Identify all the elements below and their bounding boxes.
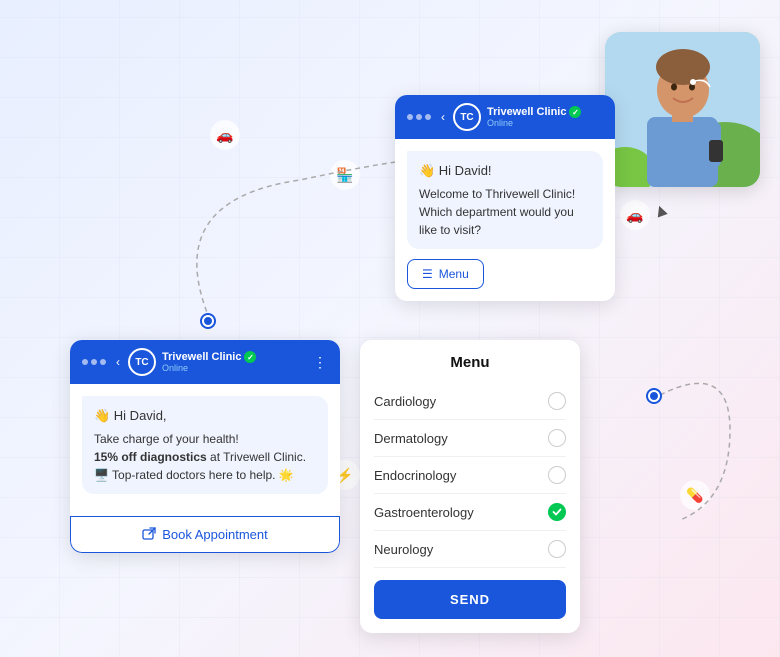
left-dot-2 [91,359,97,365]
menu-item-neurology[interactable]: Neurology [374,531,566,568]
menu-item-gastroenterology[interactable]: Gastroenterology [374,494,566,531]
more-options-icon[interactable]: ⋮ [313,354,328,371]
checkmark-icon [552,507,562,517]
left-promo-bold: 15% off diagnostics [94,450,207,464]
left-chat-card: ‹ TC Trivewell Clinic ✓ Online ⋮ 👋 Hi Da… [70,340,340,553]
radio-endocrinology[interactable] [548,466,566,484]
left-verified-icon: ✓ [244,351,256,363]
verified-icon: ✓ [569,106,581,118]
left-message-bubble: 👋 Hi David, Take charge of your health! … [82,396,328,494]
menu-item-label-gastroenterology: Gastroenterology [374,505,474,520]
menu-item-endocrinology[interactable]: Endocrinology [374,457,566,494]
right-message-text: Welcome to Thrivewell Clinic! Which depa… [419,185,591,239]
path-dot-left [202,315,214,327]
radio-cardiology[interactable] [548,392,566,410]
menu-item-dermatology[interactable]: Dermatology [374,420,566,457]
right-status: Online [487,118,603,128]
left-title-area: Trivewell Clinic ✓ Online [162,351,307,373]
right-title-area: Trivewell Clinic ✓ Online [487,106,603,128]
right-chat-card: ‹ TC Trivewell Clinic ✓ Online 👋 Hi Davi… [395,95,615,301]
left-chat-body: 👋 Hi David, Take charge of your health! … [70,384,340,516]
menu-item-label-cardiology: Cardiology [374,394,436,409]
radio-dermatology[interactable] [548,429,566,447]
left-message-text: Take charge of your health! 15% off diag… [94,430,316,484]
book-appointment-button[interactable]: Book Appointment [70,516,340,553]
left-greeting: 👋 Hi David, [94,406,316,426]
right-chat-body: 👋 Hi David! Welcome to Thrivewell Clinic… [395,139,615,301]
menu-title: Menu [374,354,566,371]
left-status: Online [162,363,307,373]
back-arrow-icon[interactable]: ‹ [441,110,445,124]
left-dot-3 [100,359,106,365]
left-back-arrow-icon[interactable]: ‹ [116,355,120,369]
external-link-icon [142,527,156,541]
menu-item-label-dermatology: Dermatology [374,431,448,446]
menu-item-cardiology[interactable]: Cardiology [374,383,566,420]
right-message-bubble: 👋 Hi David! Welcome to Thrivewell Clinic… [407,151,603,249]
dot-3 [425,114,431,120]
dot-1 [407,114,413,120]
right-greeting: 👋 Hi David! [419,161,591,181]
right-avatar: TC [453,103,481,131]
left-header-dots [82,359,106,365]
send-button[interactable]: SEND [374,580,566,619]
map-icon-medical: 💊 [680,480,710,510]
person-photo [605,32,760,187]
left-chat-header: ‹ TC Trivewell Clinic ✓ Online ⋮ [70,340,340,384]
menu-item-label-endocrinology: Endocrinology [374,468,456,483]
right-header-dots [407,114,431,120]
map-icon-car: 🚗 [210,120,240,150]
radio-neurology[interactable] [548,540,566,558]
menu-item-label-neurology: Neurology [374,542,433,557]
right-clinic-name: Trivewell Clinic ✓ [487,106,603,118]
left-avatar: TC [128,348,156,376]
menu-icon: ☰ [422,267,433,281]
path-dot-right [648,390,660,402]
menu-button[interactable]: ☰ Menu [407,259,484,289]
map-icon-store: 🏪 [330,160,360,190]
map-icon-car2: 🚗 [620,200,650,230]
radio-gastroenterology-checked[interactable] [548,503,566,521]
right-chat-header: ‹ TC Trivewell Clinic ✓ Online [395,95,615,139]
left-clinic-name: Trivewell Clinic ✓ [162,351,307,363]
dot-2 [416,114,422,120]
menu-card: Menu Cardiology Dermatology Endocrinolog… [360,340,580,633]
person-svg [605,32,760,187]
left-dot-1 [82,359,88,365]
